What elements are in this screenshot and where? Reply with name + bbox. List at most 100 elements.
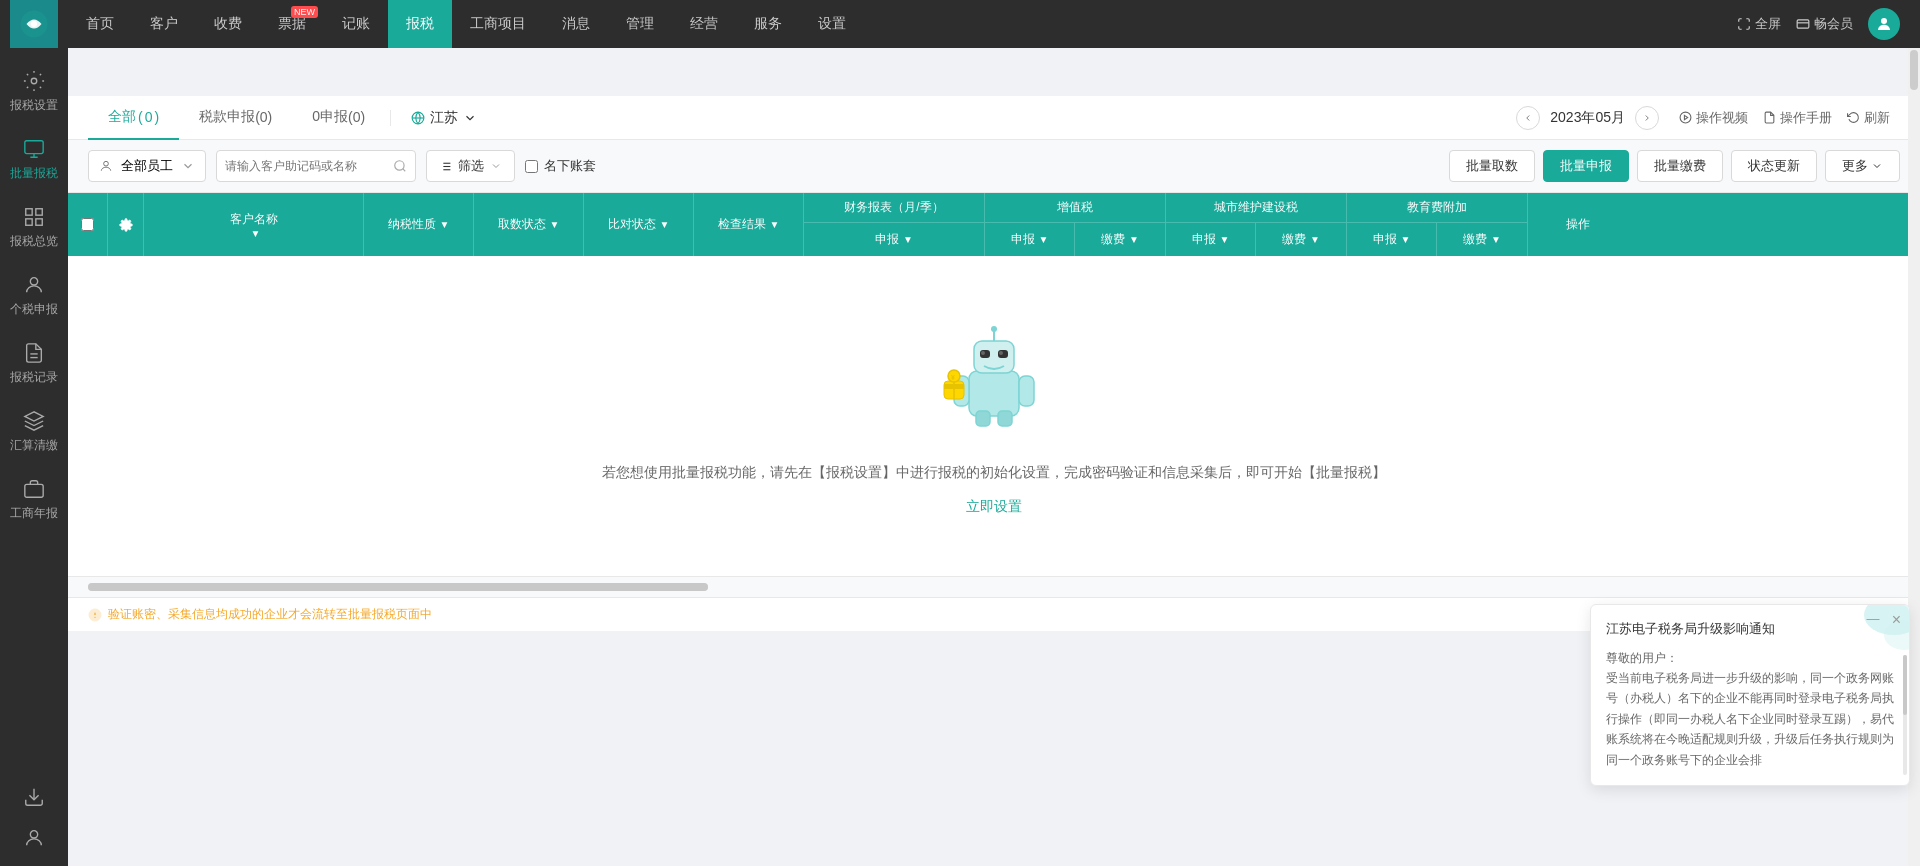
sidebar-label-tax-settings: 报税设置 (10, 97, 58, 114)
checkbox-label[interactable]: 名下账套 (525, 157, 596, 175)
svg-rect-6 (26, 209, 32, 215)
checkbox-text: 名下账套 (544, 157, 596, 175)
sidebar-item-personal-tax[interactable]: 个税申报 (0, 262, 68, 330)
tab-zero-declare[interactable]: 0申报 ( 0 ) (292, 96, 385, 140)
new-badge: NEW (291, 6, 318, 18)
sidebar-label-settlement: 汇算清缴 (10, 437, 58, 454)
nav-operation[interactable]: 经营 (672, 0, 736, 48)
th-op: 操作 (1528, 193, 1628, 256)
sidebar-label-biz-report: 工商年报 (10, 505, 58, 522)
search-icon[interactable] (393, 159, 407, 173)
staff-selector[interactable]: 全部员工 (88, 150, 206, 182)
filter-label: 筛选 (458, 157, 484, 175)
refresh-link[interactable]: 刷新 (1847, 109, 1890, 127)
nav-invoice[interactable]: 票据 NEW (260, 0, 324, 48)
svg-rect-9 (26, 219, 32, 225)
scrollbar-container (68, 576, 1920, 597)
th-get-status: 取数状态 ▼ (474, 193, 584, 256)
svg-rect-7 (36, 209, 42, 215)
empty-message: 若您想使用批量报税功能，请先在【报税设置】中进行报税的初始化设置，完成密码验证和… (602, 461, 1386, 483)
tab-all[interactable]: 全部 ( 0 ) (88, 96, 179, 140)
province-label: 江苏 (430, 109, 458, 127)
table-container: 客户名称 ▼ 纳税性质 ▼ 取数状态 ▼ 比对状态 ▼ (68, 193, 1920, 576)
sidebar-bottom (16, 779, 52, 856)
notification-panel: — × 江苏电子税务局升级影响通知 尊敬的用户： 受当前电子税务局进一步升级的影… (1590, 604, 1910, 786)
search-box (216, 150, 416, 182)
sidebar-item-settlement[interactable]: 汇算清缴 (0, 398, 68, 466)
sidebar-label-personal-tax: 个税申报 (10, 301, 58, 318)
svg-text:¥: ¥ (951, 374, 955, 381)
select-all-checkbox[interactable] (81, 218, 94, 231)
staff-label: 全部员工 (121, 157, 173, 175)
province-selector[interactable]: 江苏 (396, 109, 492, 127)
logo[interactable] (10, 0, 58, 48)
nav-settings[interactable]: 设置 (800, 0, 864, 48)
horizontal-scrollbar-track[interactable] (88, 583, 708, 591)
svg-point-20 (104, 161, 109, 166)
th-check-result: 检查结果 ▼ (694, 193, 804, 256)
nav-customer[interactable]: 客户 (132, 0, 196, 48)
th-checkbox[interactable] (68, 193, 108, 256)
batch-pay-btn[interactable]: 批量缴费 (1637, 150, 1723, 182)
filter-btn[interactable]: 筛选 (426, 150, 515, 182)
search-input[interactable] (225, 159, 387, 173)
sidebar-item-batch-tax[interactable]: 批量报税 (0, 126, 68, 194)
checkbox-input[interactable] (525, 160, 538, 173)
sidebar-label-tax-overview: 报税总览 (10, 233, 58, 250)
setup-link[interactable]: 立即设置 (966, 498, 1022, 516)
nav-biz[interactable]: 工商项目 (452, 0, 544, 48)
more-btn[interactable]: 更多 (1825, 150, 1900, 182)
notification-header: — × 江苏电子税务局升级影响通知 (1606, 620, 1894, 638)
svg-rect-13 (25, 484, 43, 497)
sidebar-item-biz-report[interactable]: 工商年报 (0, 466, 68, 534)
notif-scrollbar[interactable] (1903, 655, 1907, 775)
th-tax-nature: 纳税性质 ▼ (364, 193, 474, 256)
fullscreen-btn[interactable]: 全屏 (1737, 15, 1781, 33)
vertical-scrollbar-thumb[interactable] (1910, 50, 1918, 90)
top-nav: 首页 客户 收费 票据 NEW 记账 报税 工商项目 消息 管理 经营 服务 设… (0, 0, 1920, 48)
sidebar-item-tax-records[interactable]: 报税记录 (0, 330, 68, 398)
sidebar-item-tax-settings[interactable]: 报税设置 (0, 58, 68, 126)
svg-point-4 (31, 78, 37, 84)
vip-btn[interactable]: 畅会员 (1796, 15, 1853, 33)
svg-point-15 (30, 831, 37, 838)
status-update-btn[interactable]: 状态更新 (1731, 150, 1817, 182)
svg-point-10 (30, 278, 37, 285)
th-vat-pay: 缴费 ▼ (1075, 223, 1165, 256)
warning-icon (88, 608, 102, 622)
tab-all-count-val: 0 (145, 109, 153, 125)
batch-get-btn[interactable]: 批量取数 (1449, 150, 1535, 182)
video-link[interactable]: 操作视频 (1679, 109, 1748, 127)
nav-manage[interactable]: 管理 (608, 0, 672, 48)
svg-line-22 (403, 169, 406, 172)
th-setting[interactable] (108, 193, 144, 256)
prev-month-btn[interactable] (1516, 106, 1540, 130)
tab-all-count: ( (138, 109, 143, 125)
th-edu-pay: 缴费 ▼ (1437, 223, 1527, 256)
th-compare: 比对状态 ▼ (584, 193, 694, 256)
notif-close-btn[interactable]: × (1892, 611, 1901, 629)
nav-service[interactable]: 服务 (736, 0, 800, 48)
nav-tax[interactable]: 报税 (388, 0, 452, 48)
nav-billing[interactable]: 收费 (196, 0, 260, 48)
th-group-vat: 增值税 申报 ▼ 缴费 ▼ (985, 193, 1166, 256)
sidebar-item-tax-overview[interactable]: 报税总览 (0, 194, 68, 262)
horizontal-scrollbar-thumb[interactable] (88, 583, 708, 591)
sidebar-download-icon[interactable] (16, 779, 52, 815)
avatar[interactable] (1868, 8, 1900, 40)
manual-link[interactable]: 操作手册 (1763, 109, 1832, 127)
svg-point-3 (1881, 18, 1887, 24)
notif-scrollbar-thumb[interactable] (1903, 655, 1907, 715)
notif-title: 江苏电子税务局升级影响通知 (1606, 620, 1775, 638)
nav-message[interactable]: 消息 (544, 0, 608, 48)
tab-tax-declare[interactable]: 税款申报 ( 0 ) (179, 96, 292, 140)
nav-home[interactable]: 首页 (68, 0, 132, 48)
notif-minimize-btn[interactable]: — (1865, 611, 1881, 627)
svg-marker-19 (1684, 115, 1687, 119)
sidebar-user-icon[interactable] (16, 820, 52, 856)
next-month-btn[interactable] (1635, 106, 1659, 130)
nav-accounting[interactable]: 记账 (324, 0, 388, 48)
svg-rect-2 (1797, 20, 1809, 28)
svg-rect-8 (36, 219, 42, 225)
batch-declare-btn[interactable]: 批量申报 (1543, 150, 1629, 182)
